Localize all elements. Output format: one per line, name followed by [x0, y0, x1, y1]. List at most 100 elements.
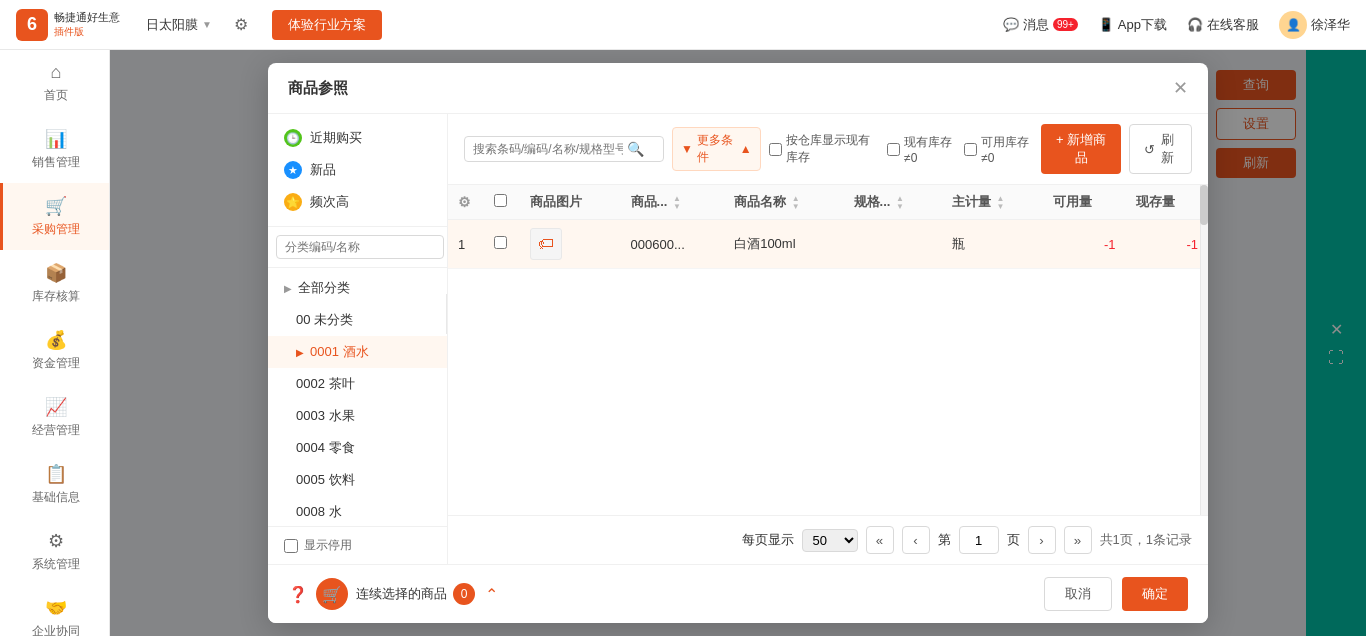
- row-stock: -1: [1126, 220, 1208, 269]
- modal-header: 商品参照 ✕: [268, 63, 1208, 114]
- sort-unit-icon: ▲▼: [997, 195, 1005, 211]
- available-checkbox[interactable]: [887, 143, 900, 156]
- usable-filter[interactable]: 可用库存≠0: [964, 134, 1033, 165]
- quick-items: 🕒 近期购买 ★ 新品 ⭐ 频次高: [268, 114, 447, 227]
- help-icon[interactable]: ❓: [288, 585, 308, 604]
- sidebar-item-enterprise[interactable]: 🤝 企业协同: [0, 585, 109, 636]
- warehouse-filter[interactable]: 按仓库显示现有库存: [769, 132, 880, 166]
- last-page-button[interactable]: »: [1064, 526, 1092, 554]
- col-name[interactable]: 商品名称 ▲▼: [724, 185, 843, 220]
- headset-icon: 🎧: [1187, 17, 1203, 32]
- scrollbar[interactable]: [1200, 185, 1208, 515]
- sidebar-item-purchase[interactable]: 🛒 采购管理: [0, 183, 109, 250]
- table-settings-icon[interactable]: ⚙: [458, 194, 471, 210]
- sidebar-label-home: 首页: [44, 87, 68, 104]
- sidebar-item-sales[interactable]: 📊 销售管理: [0, 116, 109, 183]
- filter-button[interactable]: ▼ 更多条件 ▲: [672, 127, 761, 171]
- show-disabled-area: 显示停用: [268, 526, 447, 564]
- select-all-checkbox[interactable]: [494, 194, 507, 207]
- first-page-button[interactable]: «: [866, 526, 894, 554]
- row-available: -1: [1043, 220, 1125, 269]
- footer-collapse-icon[interactable]: ⌃: [485, 585, 498, 604]
- main-layout: ⌂ 首页 📊 销售管理 🛒 采购管理 📦 库存核算 💰 资金管理 📈 经营管理 …: [0, 50, 1366, 636]
- confirm-button[interactable]: 确定: [1122, 577, 1188, 611]
- system-icon: ⚙: [48, 530, 64, 552]
- nav-selector[interactable]: 日太阳膜 ▼: [146, 16, 216, 34]
- quick-item-new[interactable]: ★ 新品: [268, 154, 447, 186]
- cat-item-tea[interactable]: 0002 茶叶: [268, 368, 447, 400]
- scroll-thumb[interactable]: [1200, 185, 1208, 225]
- sidebar-item-finance[interactable]: 💰 资金管理: [0, 317, 109, 384]
- nav-arrow-icon: ▼: [202, 19, 212, 30]
- refresh-icon: ↺: [1144, 142, 1155, 157]
- prev-page-button[interactable]: ‹: [902, 526, 930, 554]
- settings-icon[interactable]: ⚙: [226, 10, 256, 40]
- row-checkbox[interactable]: [494, 236, 507, 249]
- logo-area: 6 畅捷通好生意 插件版: [16, 9, 126, 41]
- cat-item-unclassified[interactable]: 00 未分类: [268, 304, 447, 336]
- refresh-button[interactable]: ↺ 刷新: [1129, 124, 1192, 174]
- sidebar-label-inventory: 库存核算: [32, 288, 80, 305]
- page-number-input[interactable]: [959, 526, 999, 554]
- sidebar-item-operations[interactable]: 📈 经营管理: [0, 384, 109, 451]
- col-available: 可用量: [1043, 185, 1125, 220]
- cat-item-beverage[interactable]: 0005 饮料: [268, 464, 447, 496]
- messages-badge: 99+: [1053, 18, 1078, 31]
- available-filter[interactable]: 现有库存≠0: [887, 134, 956, 165]
- operations-icon: 📈: [45, 396, 67, 418]
- cart-button[interactable]: 🛒: [316, 578, 348, 610]
- sort-code-icon: ▲▼: [673, 195, 681, 211]
- quick-item-frequent[interactable]: ⭐ 频次高: [268, 186, 447, 218]
- cat-item-fruit[interactable]: 0003 水果: [268, 400, 447, 432]
- app-download-item[interactable]: 📱 App下载: [1098, 16, 1167, 34]
- search-wrap: 🔍: [464, 136, 664, 162]
- col-spec[interactable]: 规格... ▲▼: [844, 185, 942, 220]
- modal: 商品参照 ✕ 🕒 近期购买 ★: [268, 63, 1208, 623]
- selected-count-badge: 0: [453, 583, 475, 605]
- category-search-input[interactable]: [276, 235, 444, 259]
- cat-item-all[interactable]: ▶ 全部分类: [268, 272, 447, 304]
- cancel-button[interactable]: 取消: [1044, 577, 1112, 611]
- trial-button[interactable]: 体验行业方案: [272, 10, 382, 40]
- row-checkbox-cell[interactable]: [484, 220, 520, 269]
- sort-name-icon: ▲▼: [792, 195, 800, 211]
- category-panel: 🕒 近期购买 ★ 新品 ⭐ 频次高: [268, 114, 448, 564]
- sidebar-item-inventory[interactable]: 📦 库存核算: [0, 250, 109, 317]
- next-page-button[interactable]: ›: [1028, 526, 1056, 554]
- freq-icon: ⭐: [284, 193, 302, 211]
- table-header-row: ⚙ 商品图片: [448, 185, 1208, 220]
- table-row[interactable]: 1 🏷: [448, 220, 1208, 269]
- message-icon: 💬: [1003, 17, 1019, 32]
- show-disabled-checkbox[interactable]: [284, 539, 298, 553]
- row-index: 1: [448, 220, 484, 269]
- search-icon[interactable]: 🔍: [627, 141, 644, 157]
- logo-title: 畅捷通好生意: [54, 10, 120, 24]
- sales-icon: 📊: [45, 128, 67, 150]
- sidebar-item-system[interactable]: ⚙ 系统管理: [0, 518, 109, 585]
- new-icon: ★: [284, 161, 302, 179]
- sidebar-label-enterprise: 企业协同: [32, 623, 80, 636]
- modal-close-button[interactable]: ✕: [1173, 77, 1188, 99]
- messages-item[interactable]: 💬 消息 99+: [1003, 16, 1078, 34]
- col-code[interactable]: 商品... ▲▼: [621, 185, 725, 220]
- sidebar-label-purchase: 采购管理: [32, 221, 80, 238]
- warehouse-checkbox[interactable]: [769, 143, 782, 156]
- cat-item-liquor[interactable]: ▶ 0001 酒水: [268, 336, 447, 368]
- pagination: 每页显示 50 10 20 100 « ‹ 第 页: [448, 515, 1208, 564]
- toolbar: 🔍 ▼ 更多条件 ▲ 按仓库显示现有库存: [448, 114, 1208, 185]
- user-area[interactable]: 👤 徐泽华: [1279, 11, 1350, 39]
- add-product-button[interactable]: + 新增商品: [1041, 124, 1120, 174]
- usable-checkbox[interactable]: [964, 143, 977, 156]
- per-page-select[interactable]: 50 10 20 100: [802, 529, 858, 552]
- sidebar-item-home[interactable]: ⌂ 首页: [0, 50, 109, 116]
- cat-item-water[interactable]: 0008 水: [268, 496, 447, 526]
- cat-item-snack[interactable]: 0004 零食: [268, 432, 447, 464]
- col-unit[interactable]: 主计量 ▲▼: [942, 185, 1043, 220]
- sidebar-item-basic-info[interactable]: 📋 基础信息: [0, 451, 109, 518]
- sidebar-label-sales: 销售管理: [32, 154, 80, 171]
- online-service-item[interactable]: 🎧 在线客服: [1187, 16, 1259, 34]
- product-search-input[interactable]: [473, 142, 623, 156]
- recent-icon: 🕒: [284, 129, 302, 147]
- purchase-icon: 🛒: [45, 195, 67, 217]
- quick-item-recent[interactable]: 🕒 近期购买: [268, 122, 447, 154]
